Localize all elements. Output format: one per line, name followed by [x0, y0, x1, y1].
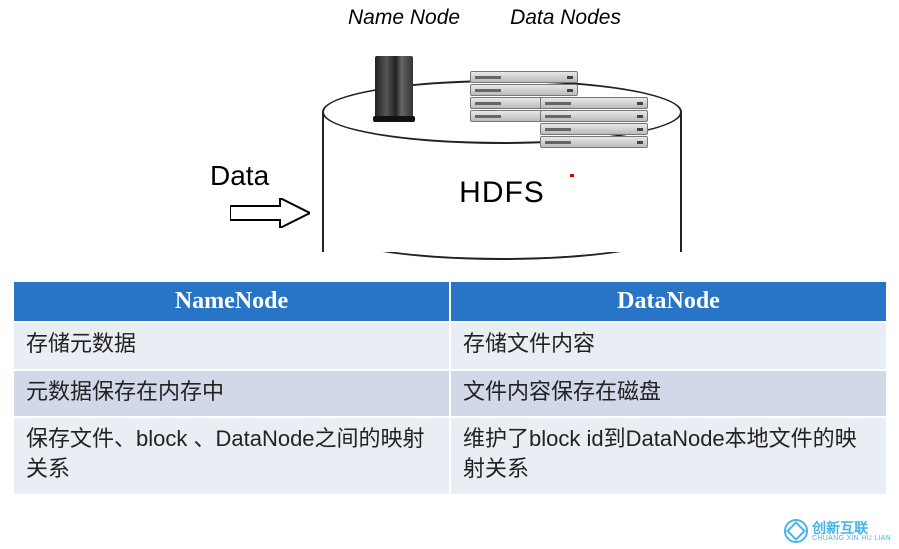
label-data-nodes: Data Nodes: [510, 6, 621, 30]
header-datanode: DataNode: [450, 281, 887, 322]
table-row: 元数据保存在内存中 文件内容保存在磁盘: [13, 370, 887, 418]
watermark-sub: CHUANG XIN HU LIAN: [812, 535, 891, 542]
data-in-label: Data: [210, 160, 269, 192]
arrow-icon: [230, 198, 310, 228]
watermark-logo-icon: [784, 519, 808, 543]
table-row: 存储元数据 存储文件内容: [13, 322, 887, 370]
cell: 元数据保存在内存中: [13, 370, 450, 418]
cell: 维护了block id到DataNode本地文件的映射关系: [450, 417, 887, 494]
hdfs-diagram: Name Node Data Nodes Data HDFS: [200, 0, 880, 270]
red-dot: [570, 174, 574, 177]
cell: 保存文件、block 、DataNode之间的映射关系: [13, 417, 450, 494]
header-namenode: NameNode: [13, 281, 450, 322]
cell: 存储文件内容: [450, 322, 887, 370]
cell: 存储元数据: [13, 322, 450, 370]
name-node-tower-icon: [375, 56, 413, 122]
top-labels: Name Node Data Nodes: [348, 6, 648, 30]
cylinder-label: HDFS: [322, 176, 682, 210]
cell: 文件内容保存在磁盘: [450, 370, 887, 418]
watermark-brand: 创新互联: [812, 521, 891, 535]
comparison-table: NameNode DataNode 存储元数据 存储文件内容 元数据保存在内存中…: [12, 280, 888, 496]
table-header-row: NameNode DataNode: [13, 281, 887, 322]
watermark-text-wrap: 创新互联 CHUANG XIN HU LIAN: [812, 521, 891, 542]
table-row: 保存文件、block 、DataNode之间的映射关系 维护了block id到…: [13, 417, 887, 494]
label-name-node: Name Node: [348, 6, 460, 30]
watermark: 创新互联 CHUANG XIN HU LIAN: [784, 519, 891, 543]
data-node-stack-2-icon: [540, 96, 648, 148]
